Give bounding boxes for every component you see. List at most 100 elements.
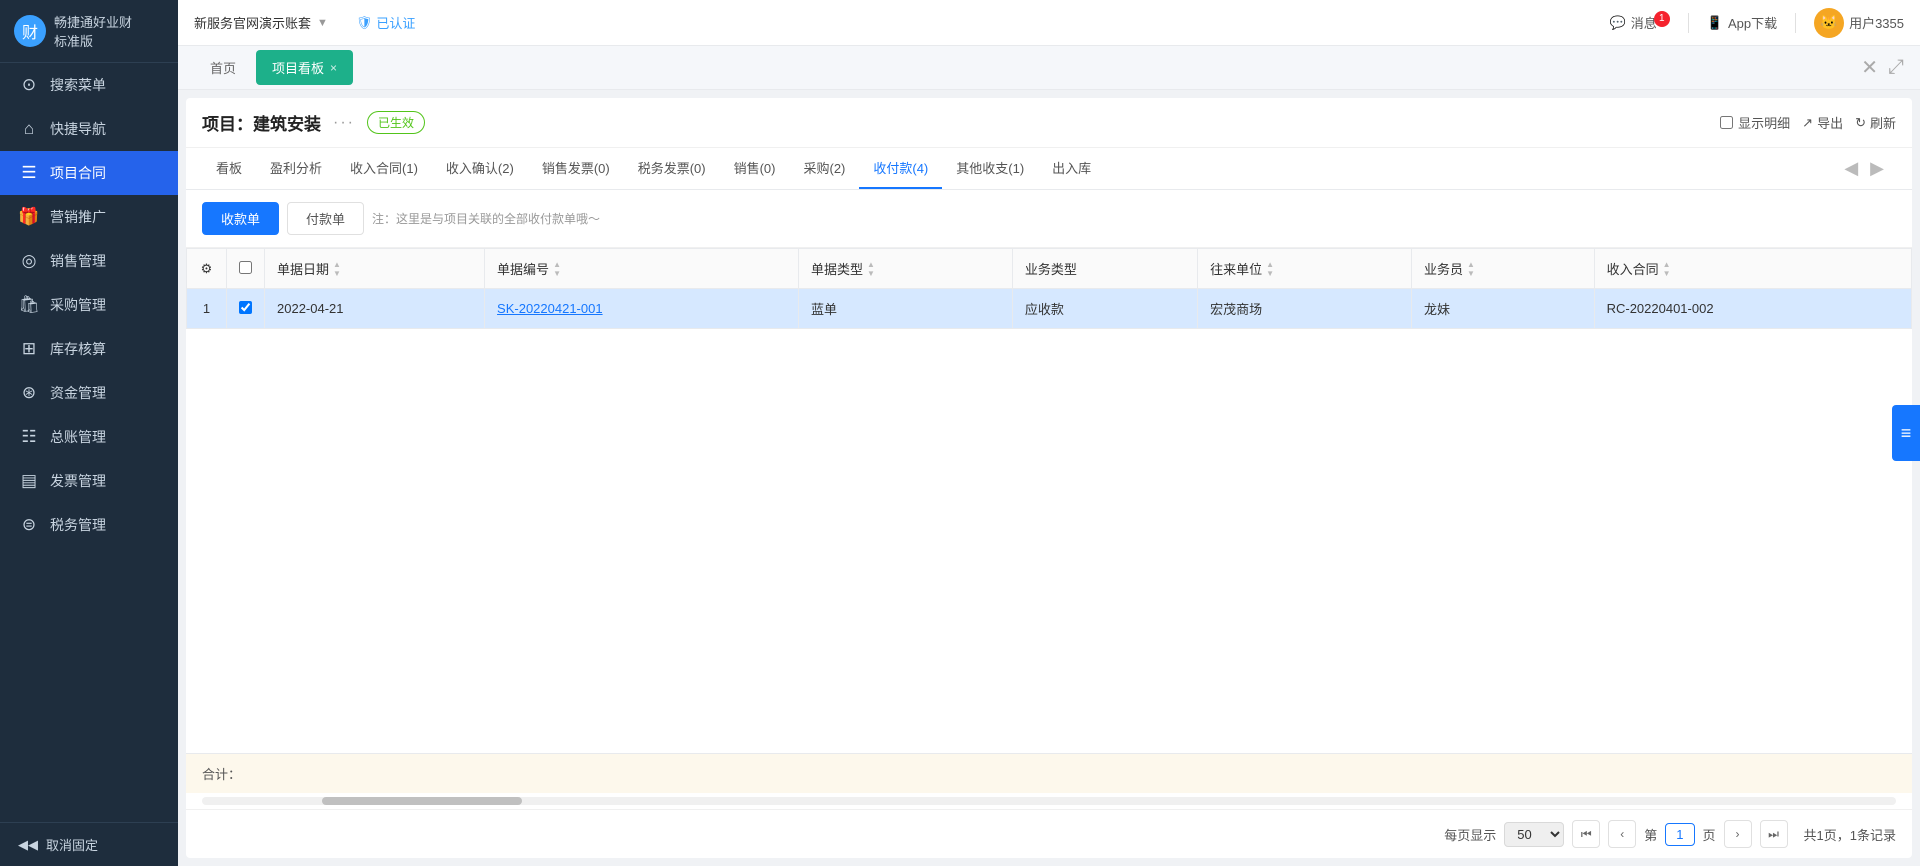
close-all-icon[interactable]: ✕ <box>1861 55 1878 80</box>
horizontal-scrollbar[interactable] <box>202 797 1896 805</box>
side-panel-btn[interactable]: ≡ <box>1892 405 1920 461</box>
sub-tab-in-out[interactable]: 出入库 <box>1038 148 1105 189</box>
user-menu[interactable]: 🐱 用户3355 <box>1814 8 1904 38</box>
sort-arrows-salesman[interactable]: ▲▼ <box>1467 260 1475 278</box>
sub-tab-purchase[interactable]: 采购(2) <box>789 148 859 189</box>
sidebar-item-invoice[interactable]: ▤发票管理 <box>0 459 178 503</box>
row-number-0[interactable]: SK-20220421-001 <box>485 289 799 329</box>
per-page-label: 每页显示 <box>1444 825 1496 844</box>
tabs-bar: 首页 项目看板 × ✕ ⤢ <box>178 46 1920 90</box>
sidebar-item-ledger[interactable]: ☷总账管理 <box>0 415 178 459</box>
col-date: 单据日期 ▲▼ <box>265 249 485 289</box>
sub-tab-other-expense[interactable]: 其他收支(1) <box>942 148 1038 189</box>
page-content: 项目：建筑安装 ··· 已生效 显示明细 ↗ 导出 ↻ 刷新 <box>186 98 1912 858</box>
sort-arrows-type[interactable]: ▲▼ <box>867 260 875 278</box>
project-contract-icon: ☰ <box>18 163 40 183</box>
table-header: ⚙ 单据日期 ▲▼ 单据编号 <box>187 249 1912 289</box>
sidebar-item-marketing[interactable]: 🎁营销推广 <box>0 195 178 239</box>
logo-name: 畅捷通好业财 <box>54 12 132 31</box>
next-page-button[interactable]: › <box>1724 820 1752 848</box>
toggle-buttons: 收款单 付款单 注：这里是与项目关联的全部收付款单哦～ <box>186 190 1912 248</box>
sidebar-label-invoice: 发票管理 <box>50 471 106 491</box>
sidebar-item-quick-nav[interactable]: ⌂ 快捷导航 <box>0 107 178 151</box>
last-page-button[interactable]: ⏭ <box>1760 820 1788 848</box>
sidebar-item-sales[interactable]: ◎销售管理 <box>0 239 178 283</box>
show-detail-input[interactable] <box>1720 116 1733 129</box>
col-settings[interactable]: ⚙ <box>187 249 227 289</box>
account-name: 新服务官网演示账套 <box>194 13 311 32</box>
tab-home[interactable]: 首页 <box>194 50 252 85</box>
divider2 <box>1795 13 1796 33</box>
page-title: 项目：建筑安装 <box>202 110 321 135</box>
more-options-icon[interactable]: ··· <box>333 114 355 132</box>
refresh-icon: ↻ <box>1855 115 1866 131</box>
tab-project-board[interactable]: 项目看板 × <box>256 50 353 85</box>
sub-tab-profit[interactable]: 盈利分析 <box>256 148 336 189</box>
export-label: 导出 <box>1817 113 1843 132</box>
row-partner-0: 宏茂商场 <box>1198 289 1412 329</box>
receipt-toggle[interactable]: 收款单 <box>202 202 279 235</box>
row-number-link-0[interactable]: SK-20220421-001 <box>497 301 603 316</box>
sidebar: 财 畅捷通好业财 标准版 ⊙搜索菜单⌂快捷导航☰项目合同🎁营销推广◎销售管理🛍采… <box>0 0 178 866</box>
sidebar-item-inventory[interactable]: ⊞库存核算 <box>0 327 178 371</box>
expand-icon[interactable]: ⤢ <box>1888 56 1904 79</box>
sub-tab-income-confirm[interactable]: 收入确认(2) <box>432 148 528 189</box>
sidebar-item-tax[interactable]: ⊜税务管理 <box>0 503 178 547</box>
shield-icon: 🛡 <box>356 15 373 31</box>
row-date-0: 2022-04-21 <box>265 289 485 329</box>
account-selector[interactable]: 新服务官网演示账套 ▼ <box>194 13 328 32</box>
messages-button[interactable]: 💬 消息 1 <box>1610 13 1670 32</box>
side-panel-icon: ≡ <box>1901 423 1912 444</box>
sidebar-item-project-contract[interactable]: ☰ 项目合同 <box>0 151 178 195</box>
sub-tab-payment[interactable]: 收付款(4) <box>859 148 942 189</box>
sidebar-item-search[interactable]: ⊙搜索菜单 <box>0 63 178 107</box>
sidebar-label-inventory: 库存核算 <box>50 339 106 359</box>
sub-tab-sales-invoice[interactable]: 销售发票(0) <box>528 148 624 189</box>
app-download-button[interactable]: 📱 App下载 <box>1707 13 1777 32</box>
ledger-icon: ☷ <box>18 427 40 447</box>
sidebar-item-finance[interactable]: ⊛资金管理 <box>0 371 178 415</box>
pagination-bar: 每页显示 50 100 200 ⏮ ‹ 第 1 页 › ⏭ 共1页，1条记录 <box>186 809 1912 858</box>
sort-arrows-date[interactable]: ▲▼ <box>333 260 341 278</box>
scrollbar-thumb[interactable] <box>322 797 522 805</box>
sort-arrows-income-contract[interactable]: ▲▼ <box>1663 260 1671 278</box>
sidebar-scroll: ⊙搜索菜单 ⌂ 快捷导航 ☰ 项目合同 🎁营销推广◎销售管理🛍采购管理⊞库存核算⊛资金管理… <box>0 63 178 822</box>
sidebar-footer-unpin[interactable]: ◀◀ 取消固定 <box>0 822 178 866</box>
col-number: 单据编号 ▲▼ <box>485 249 799 289</box>
sub-tab-prev-icon[interactable]: ◀ <box>1840 158 1862 179</box>
tax-icon: ⊜ <box>18 515 40 535</box>
sub-tab-next-icon[interactable]: ▶ <box>1866 158 1888 179</box>
sidebar-label-quick-nav: 快捷导航 <box>50 119 106 139</box>
sub-tabs: 看板盈利分析收入合同(1)收入确认(2)销售发票(0)税务发票(0)销售(0)采… <box>186 148 1912 190</box>
prev-page-button[interactable]: ‹ <box>1608 820 1636 848</box>
first-page-button[interactable]: ⏮ <box>1572 820 1600 848</box>
row-checkbox-0[interactable] <box>227 289 265 329</box>
sub-tab-kanban[interactable]: 看板 <box>202 148 256 189</box>
sort-arrows-number[interactable]: ▲▼ <box>553 260 561 278</box>
table-row[interactable]: 1 2022-04-21 SK-20220421-001 蓝单 应收款 宏茂商场… <box>187 289 1912 329</box>
quick-nav-icon: ⌂ <box>18 119 40 139</box>
per-page-select[interactable]: 50 100 200 <box>1504 822 1564 847</box>
select-all-checkbox[interactable] <box>239 261 252 274</box>
sort-arrows-partner[interactable]: ▲▼ <box>1266 260 1274 278</box>
tab-close-icon[interactable]: × <box>330 61 337 75</box>
col-type: 单据类型 ▲▼ <box>798 249 1012 289</box>
col-checkbox <box>227 249 265 289</box>
row-salesman-0: 龙妹 <box>1411 289 1594 329</box>
sub-tab-tax-invoice[interactable]: 税务发票(0) <box>624 148 720 189</box>
marketing-icon: 🎁 <box>18 207 40 227</box>
page-label: 第 <box>1644 825 1657 844</box>
sub-tab-sales[interactable]: 销售(0) <box>720 148 790 189</box>
sub-tab-income-contract[interactable]: 收入合同(1) <box>336 148 432 189</box>
sidebar-label-project-contract: 项目合同 <box>50 163 106 183</box>
table-footer: 合计： <box>186 753 1912 793</box>
export-button[interactable]: ↗ 导出 <box>1802 113 1843 132</box>
payment-toggle[interactable]: 付款单 <box>287 202 364 235</box>
col-type-label: 单据类型 <box>811 259 863 278</box>
sidebar-item-purchase[interactable]: 🛍采购管理 <box>0 283 178 327</box>
export-icon: ↗ <box>1802 115 1813 131</box>
show-detail-checkbox[interactable]: 显示明细 <box>1720 113 1790 132</box>
tab-home-label: 首页 <box>210 58 236 77</box>
refresh-button[interactable]: ↻ 刷新 <box>1855 113 1896 132</box>
topbar-right: 💬 消息 1 📱 App下载 🐱 用户3355 <box>1610 8 1904 38</box>
